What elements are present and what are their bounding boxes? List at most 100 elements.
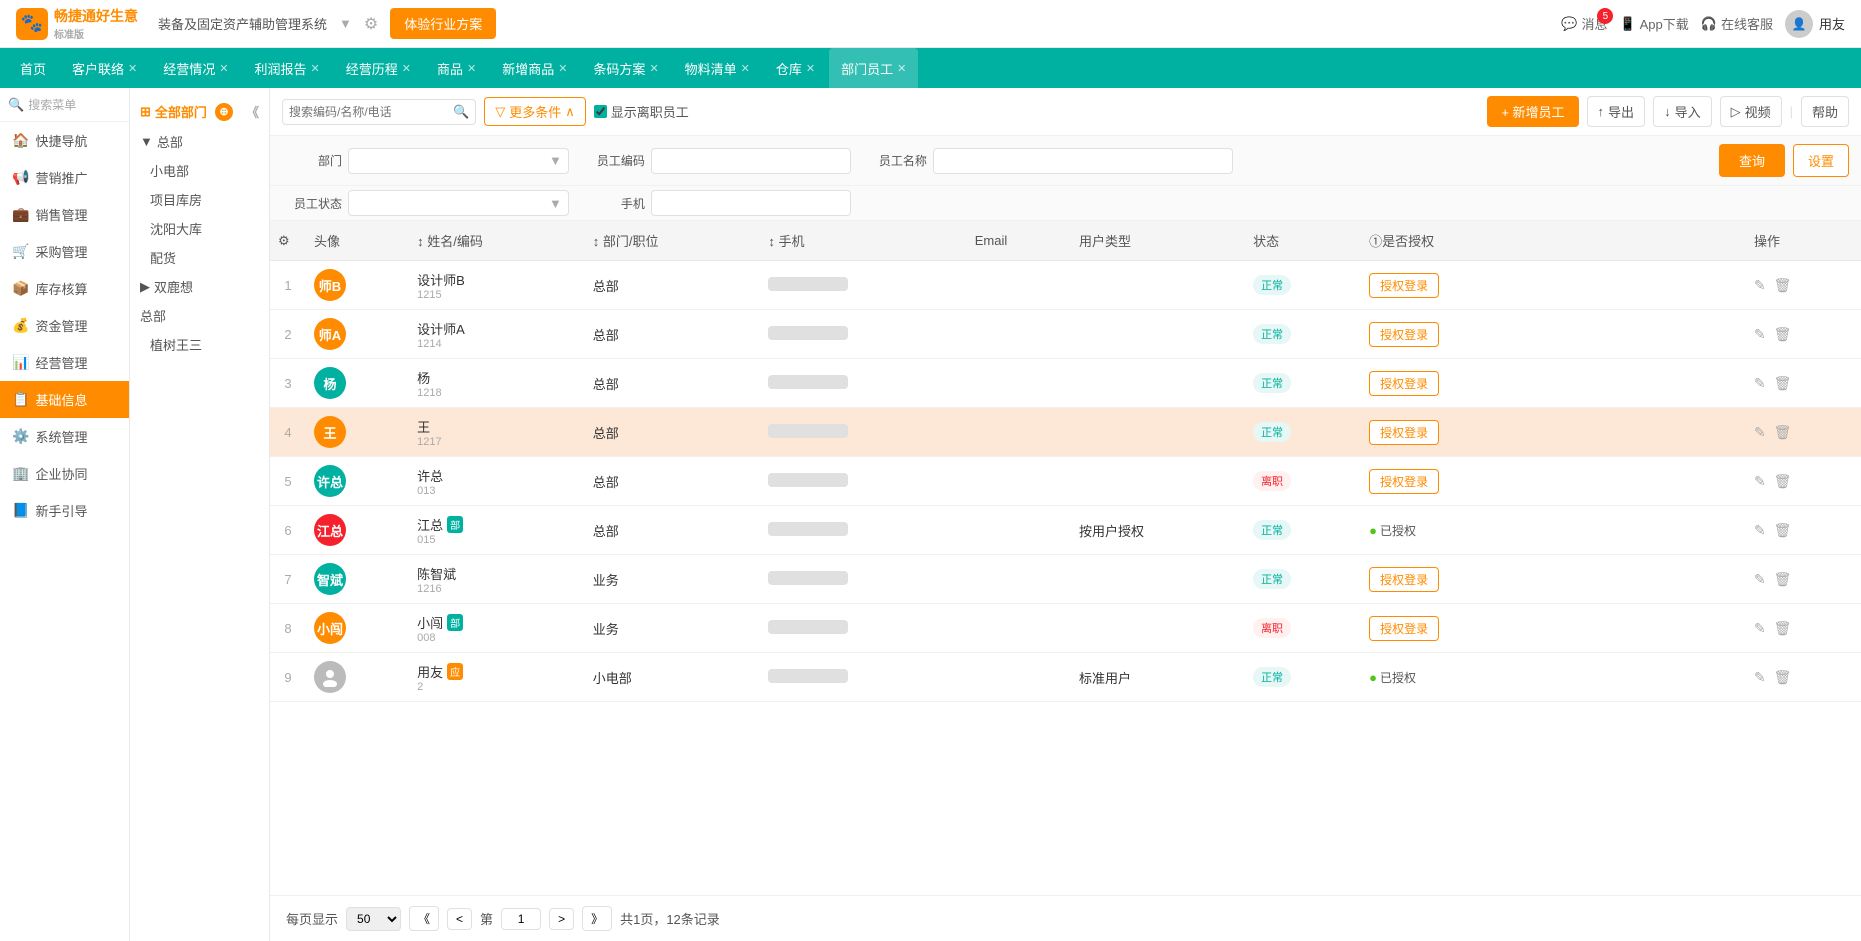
page-input[interactable] [501,908,541,930]
filter-empcode-input[interactable] [651,148,851,174]
delete-btn[interactable]: 🗑 [1774,326,1792,343]
filter-status-select[interactable] [349,191,549,215]
auth-login-btn[interactable]: 授权登录 [1369,322,1439,347]
edit-btn[interactable]: ✎ [1754,473,1766,490]
filter-dept-select[interactable] [349,149,549,173]
view-btn[interactable]: ▷ 视频 [1720,96,1782,127]
more-filters-btn[interactable]: ▽ 更多条件 ∧ [484,97,586,126]
show-left-label[interactable]: 显示离职员工 [594,102,689,121]
dept-item-shuanglu[interactable]: ▶ 双鹿想 [130,272,269,301]
sidebar-item-inventory[interactable]: 📦库存核算 [0,270,129,307]
user-menu[interactable]: 👤 用友 [1785,10,1845,38]
close-icon[interactable]: ✕ [311,62,320,75]
first-page-btn[interactable]: 《 [409,906,439,931]
dept-item-peihuo[interactable]: 配货 [130,243,269,272]
close-icon[interactable]: ✕ [128,62,137,75]
search-input[interactable] [289,100,449,124]
close-icon[interactable]: ✕ [897,62,906,75]
tab-barcode[interactable]: 条码方案✕ [581,48,670,88]
setup-btn[interactable]: 设置 [1793,144,1849,177]
tab-profit[interactable]: 利润报告✕ [242,48,331,88]
close-icon[interactable]: ✕ [402,62,411,75]
edit-btn[interactable]: ✎ [1754,375,1766,392]
auth-login-btn[interactable]: 授权登录 [1369,420,1439,445]
import-btn[interactable]: ↓ 导入 [1653,96,1712,127]
delete-btn[interactable]: 🗑 [1774,620,1792,637]
tab-add-goods[interactable]: 新增商品✕ [490,48,579,88]
message-btn[interactable]: 💬 消息 5 [1561,14,1607,33]
export-btn[interactable]: ↑ 导出 [1587,96,1646,127]
sidebar-item-enterprise[interactable]: 🏢企业协同 [0,455,129,492]
sidebar-item-ops[interactable]: 📊经营管理 [0,344,129,381]
edit-btn[interactable]: ✎ [1754,326,1766,343]
delete-btn[interactable]: 🗑 [1774,669,1792,686]
add-employee-btn[interactable]: + 新增员工 [1487,96,1578,127]
tab-history[interactable]: 经营历程✕ [334,48,423,88]
edit-btn[interactable]: ✎ [1754,522,1766,539]
close-icon[interactable]: ✕ [649,62,658,75]
auth-login-btn[interactable]: 授权登录 [1369,469,1439,494]
help-btn[interactable]: 帮助 [1801,96,1849,127]
last-page-btn[interactable]: 》 [582,906,612,931]
dept-item-zongbu[interactable]: ▼ 总部 [130,127,269,156]
edit-btn[interactable]: ✎ [1754,571,1766,588]
delete-btn[interactable]: 🗑 [1774,424,1792,441]
dept-collapse-arrow[interactable]: 《 [246,102,259,121]
prev-page-btn[interactable]: < [447,908,472,930]
edit-btn[interactable]: ✎ [1754,669,1766,686]
app-download-btn[interactable]: 📱 App下载 [1619,14,1688,33]
dept-item-zhishu[interactable]: 植树王三 [130,330,269,359]
dept-item-zongbu2[interactable]: 总部 [130,301,269,330]
delete-btn[interactable]: 🗑 [1774,522,1792,539]
query-btn[interactable]: 查询 [1719,144,1785,177]
th-phone[interactable]: ↕ 手机 [760,221,966,261]
per-page-select[interactable]: 50 100 [346,907,401,931]
dept-item-xiaodianbu[interactable]: 小电部 [130,156,269,185]
th-settings[interactable]: ⚙ [270,221,306,261]
tab-goods[interactable]: 商品✕ [425,48,488,88]
auth-login-btn[interactable]: 授权登录 [1369,616,1439,641]
auth-login-btn[interactable]: 授权登录 [1369,273,1439,298]
delete-btn[interactable]: 🗑 [1774,571,1792,588]
tab-warehouse[interactable]: 仓库✕ [764,48,827,88]
close-icon[interactable]: ✕ [467,62,476,75]
sidebar-item-sales[interactable]: 💼销售管理 [0,196,129,233]
close-icon[interactable]: ✕ [219,62,228,75]
show-left-checkbox[interactable] [594,105,607,118]
next-page-btn[interactable]: > [549,908,574,930]
close-icon[interactable]: ✕ [558,62,567,75]
dropdown-icon[interactable]: ▼ [339,16,352,31]
filter-phone-input[interactable] [651,190,851,216]
close-icon[interactable]: ✕ [741,62,750,75]
delete-btn[interactable]: 🗑 [1774,375,1792,392]
sidebar-item-quick-nav[interactable]: 🏠快捷导航 [0,122,129,159]
tab-customer[interactable]: 客户联络✕ [60,48,149,88]
dept-all-header[interactable]: ⊞ 全部部门 ⊕ 《 [130,96,269,127]
trial-btn[interactable]: 体验行业方案 [390,8,496,39]
th-dept[interactable]: ↕ 部门/职位 [585,221,761,261]
settings-icon[interactable]: ⚙ [364,14,378,34]
filter-empname-input[interactable] [933,148,1233,174]
close-icon[interactable]: ✕ [806,62,815,75]
sidebar-item-finance[interactable]: 💰资金管理 [0,307,129,344]
auth-login-btn[interactable]: 授权登录 [1369,567,1439,592]
sidebar-item-marketing[interactable]: 📢营销推广 [0,159,129,196]
sidebar-item-newbie[interactable]: 📘新手引导 [0,492,129,529]
online-service-btn[interactable]: 🎧 在线客服 [1701,14,1773,33]
tab-ops[interactable]: 经营情况✕ [151,48,240,88]
delete-btn[interactable]: 🗑 [1774,277,1792,294]
sidebar-item-system[interactable]: ⚙️系统管理 [0,418,129,455]
dept-item-xmkf[interactable]: 项目库房 [130,185,269,214]
tab-bom[interactable]: 物料清单✕ [673,48,762,88]
collapse-btn[interactable]: ⊕ [215,103,233,121]
edit-btn[interactable]: ✎ [1754,424,1766,441]
edit-btn[interactable]: ✎ [1754,277,1766,294]
auth-login-btn[interactable]: 授权登录 [1369,371,1439,396]
dept-item-shenyang[interactable]: 沈阳大库 [130,214,269,243]
tab-dept-staff[interactable]: 部门员工✕ [829,48,918,88]
tab-home[interactable]: 首页 [8,48,58,88]
delete-btn[interactable]: 🗑 [1774,473,1792,490]
edit-btn[interactable]: ✎ [1754,620,1766,637]
th-name[interactable]: ↕ 姓名/编码 [409,221,585,261]
sidebar-item-purchase[interactable]: 🛒采购管理 [0,233,129,270]
